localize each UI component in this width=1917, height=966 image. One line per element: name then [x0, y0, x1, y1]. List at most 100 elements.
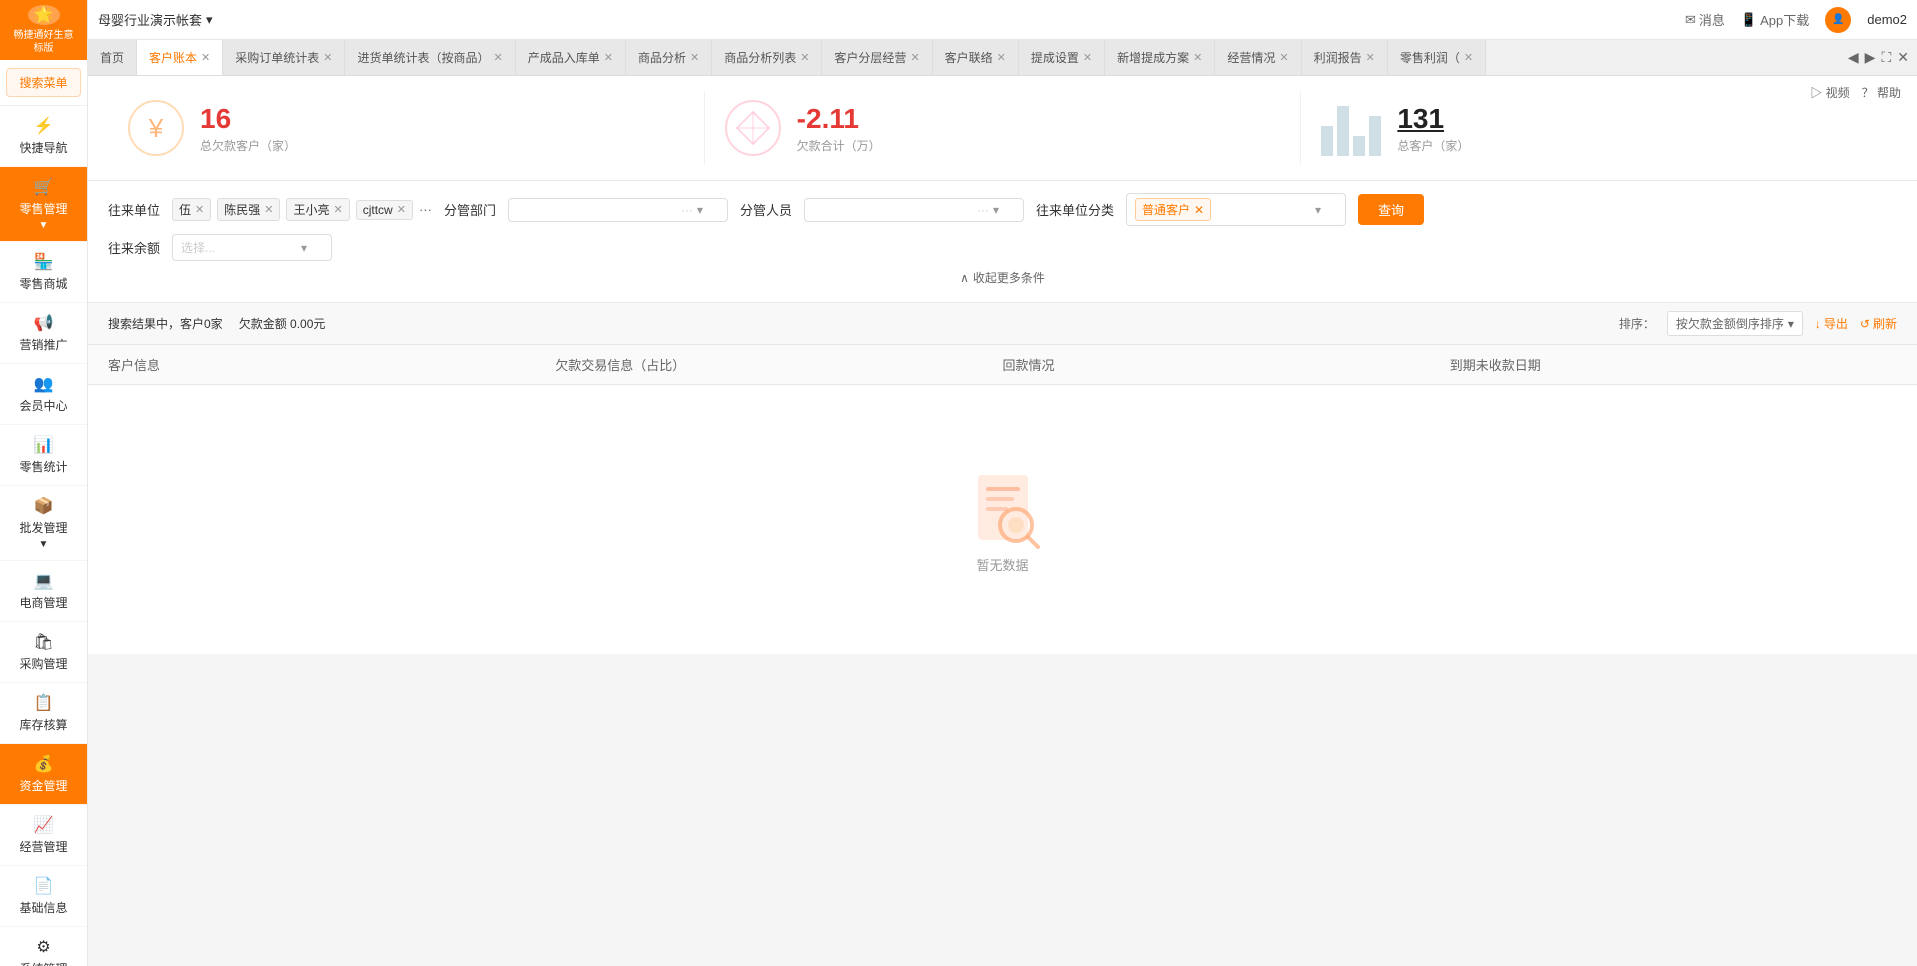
sidebar-item-wholesale[interactable]: 📦 批发管理 ▼ [0, 486, 87, 561]
tab-customer-segment[interactable]: 客户分层经营 ✕ [822, 40, 932, 76]
tab-operations-close-icon[interactable]: ✕ [1279, 51, 1288, 64]
tab-accounts[interactable]: 客户账本 ✕ [137, 40, 223, 76]
unit-tag-4-close-icon[interactable]: ✕ [397, 203, 406, 216]
user-avatar[interactable]: 👤 [1825, 7, 1851, 33]
account-selector[interactable]: 母婴行业演示帐套 ▾ [98, 10, 213, 29]
search-menu-button[interactable]: 搜索菜单 [6, 68, 81, 97]
query-button[interactable]: 查询 [1358, 194, 1424, 225]
tab-inbound-stats-close-icon[interactable]: ✕ [494, 51, 503, 64]
tab-purchase-orders-close-icon[interactable]: ✕ [323, 51, 332, 64]
sidebar-item-marketing[interactable]: 📢 营销推广 [0, 303, 87, 364]
sidebar-item-inventory[interactable]: 📋 库存核算 [0, 683, 87, 744]
balance-dropdown-icon[interactable]: ▾ [301, 241, 307, 255]
unit-tag-1-label: 伍 [179, 201, 191, 218]
tab-new-promotion-close-icon[interactable]: ✕ [1193, 51, 1202, 64]
empty-text: 暂无数据 [976, 555, 1028, 574]
unit-tags: 伍 ✕ 陈民强 ✕ 王小亮 ✕ cjttcw ✕ ··· [172, 198, 432, 221]
tab-close-all-icon[interactable]: ✕ [1897, 49, 1909, 66]
balance-select[interactable]: 选择... ▾ [172, 234, 332, 261]
dept-select[interactable]: ··· ▾ [508, 198, 728, 222]
unit-tag-2[interactable]: 陈民强 ✕ [217, 198, 280, 221]
quick-nav-label: 快捷导航 [19, 139, 67, 156]
tab-customer-contact-close-icon[interactable]: ✕ [997, 51, 1006, 64]
dept-dropdown-icon[interactable]: ▾ [697, 203, 703, 217]
tab-customer-contact[interactable]: 客户联络 ✕ [933, 40, 1019, 76]
tab-product-inbound[interactable]: 产成品入库单 ✕ [516, 40, 626, 76]
tab-purchase-orders[interactable]: 采购订单统计表 ✕ [223, 40, 345, 76]
sidebar-item-retail-stats[interactable]: 📊 零售统计 [0, 425, 87, 486]
tab-operations[interactable]: 经营情况 ✕ [1215, 40, 1301, 76]
member-label: 会员中心 [19, 397, 67, 414]
tab-home[interactable]: 首页 [88, 40, 137, 76]
tab-promotion-settings[interactable]: 提成设置 ✕ [1019, 40, 1105, 76]
amount-value: -2.11 [797, 103, 881, 135]
ecommerce-icon: 💻 [34, 571, 54, 591]
tab-goods-analysis[interactable]: 商品分析 ✕ [626, 40, 712, 76]
unit-tag-4[interactable]: cjttcw ✕ [356, 200, 413, 220]
basic-info-label: 基础信息 [19, 899, 67, 916]
sidebar-search-area: 搜索菜单 [0, 60, 87, 106]
tab-product-inbound-close-icon[interactable]: ✕ [604, 51, 613, 64]
person-dropdown-icon[interactable]: ▾ [993, 203, 999, 217]
person-clear-icon[interactable]: ··· [977, 203, 989, 217]
unit-type-tag-close-icon[interactable]: ✕ [1194, 203, 1204, 217]
sidebar-item-member[interactable]: 👥 会员中心 [0, 364, 87, 425]
export-label: 导出 [1824, 315, 1848, 332]
unit-tag-3[interactable]: 王小亮 ✕ [286, 198, 349, 221]
user-icon: 👤 [1832, 14, 1844, 25]
system-icon: ⚙ [36, 937, 50, 957]
sort-select[interactable]: 按欠款金额倒序排序 ▾ [1667, 311, 1803, 336]
tab-profit-report[interactable]: 利润报告 ✕ [1302, 40, 1388, 76]
tab-goods-analysis-list[interactable]: 商品分析列表 ✕ [712, 40, 822, 76]
unit-tag-2-close-icon[interactable]: ✕ [264, 203, 273, 216]
tab-retail-profit[interactable]: 零售利润（ ✕ [1388, 40, 1486, 76]
tab-scroll-left-icon[interactable]: ◀ [1848, 49, 1859, 66]
retail-store-icon: 🏪 [34, 252, 54, 272]
collapse-button[interactable]: ∧ 收起更多条件 [108, 269, 1897, 286]
export-button[interactable]: ↓ 导出 [1815, 315, 1848, 332]
tab-inbound-stats[interactable]: 进货单统计表（按商品） ✕ [345, 40, 515, 76]
tab-accounts-close-icon[interactable]: ✕ [201, 51, 210, 64]
collapse-up-icon: ∧ [960, 271, 969, 285]
unit-tag-1-close-icon[interactable]: ✕ [195, 203, 204, 216]
app-download-button[interactable]: 📱 App下载 [1741, 10, 1809, 29]
message-button[interactable]: ✉ 消息 [1685, 10, 1725, 29]
unit-tag-1[interactable]: 伍 ✕ [172, 198, 211, 221]
sidebar-item-retail-store[interactable]: 🏪 零售商城 [0, 242, 87, 303]
sidebar-item-finance[interactable]: 💰 资金管理 [0, 744, 87, 805]
unit-type-select[interactable]: 普通客户 ✕ ▾ [1126, 193, 1346, 226]
tabbar-controls: ◀ ▶ ⛶ ✕ [1840, 49, 1917, 66]
col-debt-info: 欠款交易信息（占比） [555, 355, 1002, 374]
tab-promotion-settings-close-icon[interactable]: ✕ [1083, 51, 1092, 64]
building-part3 [1353, 136, 1365, 156]
dept-clear-icon[interactable]: ··· [681, 203, 693, 217]
person-filter-label: 分管人员 [740, 200, 792, 219]
building-part4 [1369, 116, 1381, 156]
sidebar-item-retail[interactable]: 🛒 零售管理 ▼ [0, 167, 87, 242]
tab-goods-analysis-list-close-icon[interactable]: ✕ [800, 51, 809, 64]
tab-customer-segment-close-icon[interactable]: ✕ [910, 51, 919, 64]
tab-profit-report-close-icon[interactable]: ✕ [1366, 51, 1375, 64]
tab-maximize-icon[interactable]: ⛶ [1881, 49, 1891, 66]
sidebar-item-basic-info[interactable]: 📄 基础信息 [0, 866, 87, 927]
unit-tag-3-close-icon[interactable]: ✕ [334, 203, 343, 216]
finance-icon: 💰 [34, 754, 54, 774]
person-select[interactable]: ··· ▾ [804, 198, 1024, 222]
retail-stats-label: 零售统计 [19, 458, 67, 475]
sidebar-item-operations[interactable]: 📈 经营管理 [0, 805, 87, 866]
sidebar-item-purchase[interactable]: 🛍 采购管理 [0, 622, 87, 683]
wholesale-label: 批发管理 [19, 519, 67, 536]
topbar: 母婴行业演示帐套 ▾ ✉ 消息 📱 App下载 👤 demo2 [88, 0, 1917, 40]
tab-goods-analysis-close-icon[interactable]: ✕ [690, 51, 699, 64]
sidebar-item-system[interactable]: ⚙ 系统管理 [0, 927, 87, 966]
total-value: 131 [1397, 103, 1469, 135]
sidebar-item-ecommerce[interactable]: 💻 电商管理 [0, 561, 87, 622]
unit-tags-more[interactable]: ··· [419, 202, 432, 217]
tab-retail-profit-close-icon[interactable]: ✕ [1464, 51, 1473, 64]
unit-type-dropdown-icon[interactable]: ▾ [1315, 203, 1321, 217]
table-header: 客户信息 欠款交易信息（占比） 回款情况 到期未收款日期 [88, 345, 1917, 385]
refresh-button[interactable]: ↺ 刷新 [1860, 315, 1897, 332]
tab-scroll-right-icon[interactable]: ▶ [1865, 49, 1876, 66]
sidebar-item-quick-nav[interactable]: ⚡ 快捷导航 [0, 106, 87, 167]
tab-new-promotion[interactable]: 新增提成方案 ✕ [1105, 40, 1215, 76]
